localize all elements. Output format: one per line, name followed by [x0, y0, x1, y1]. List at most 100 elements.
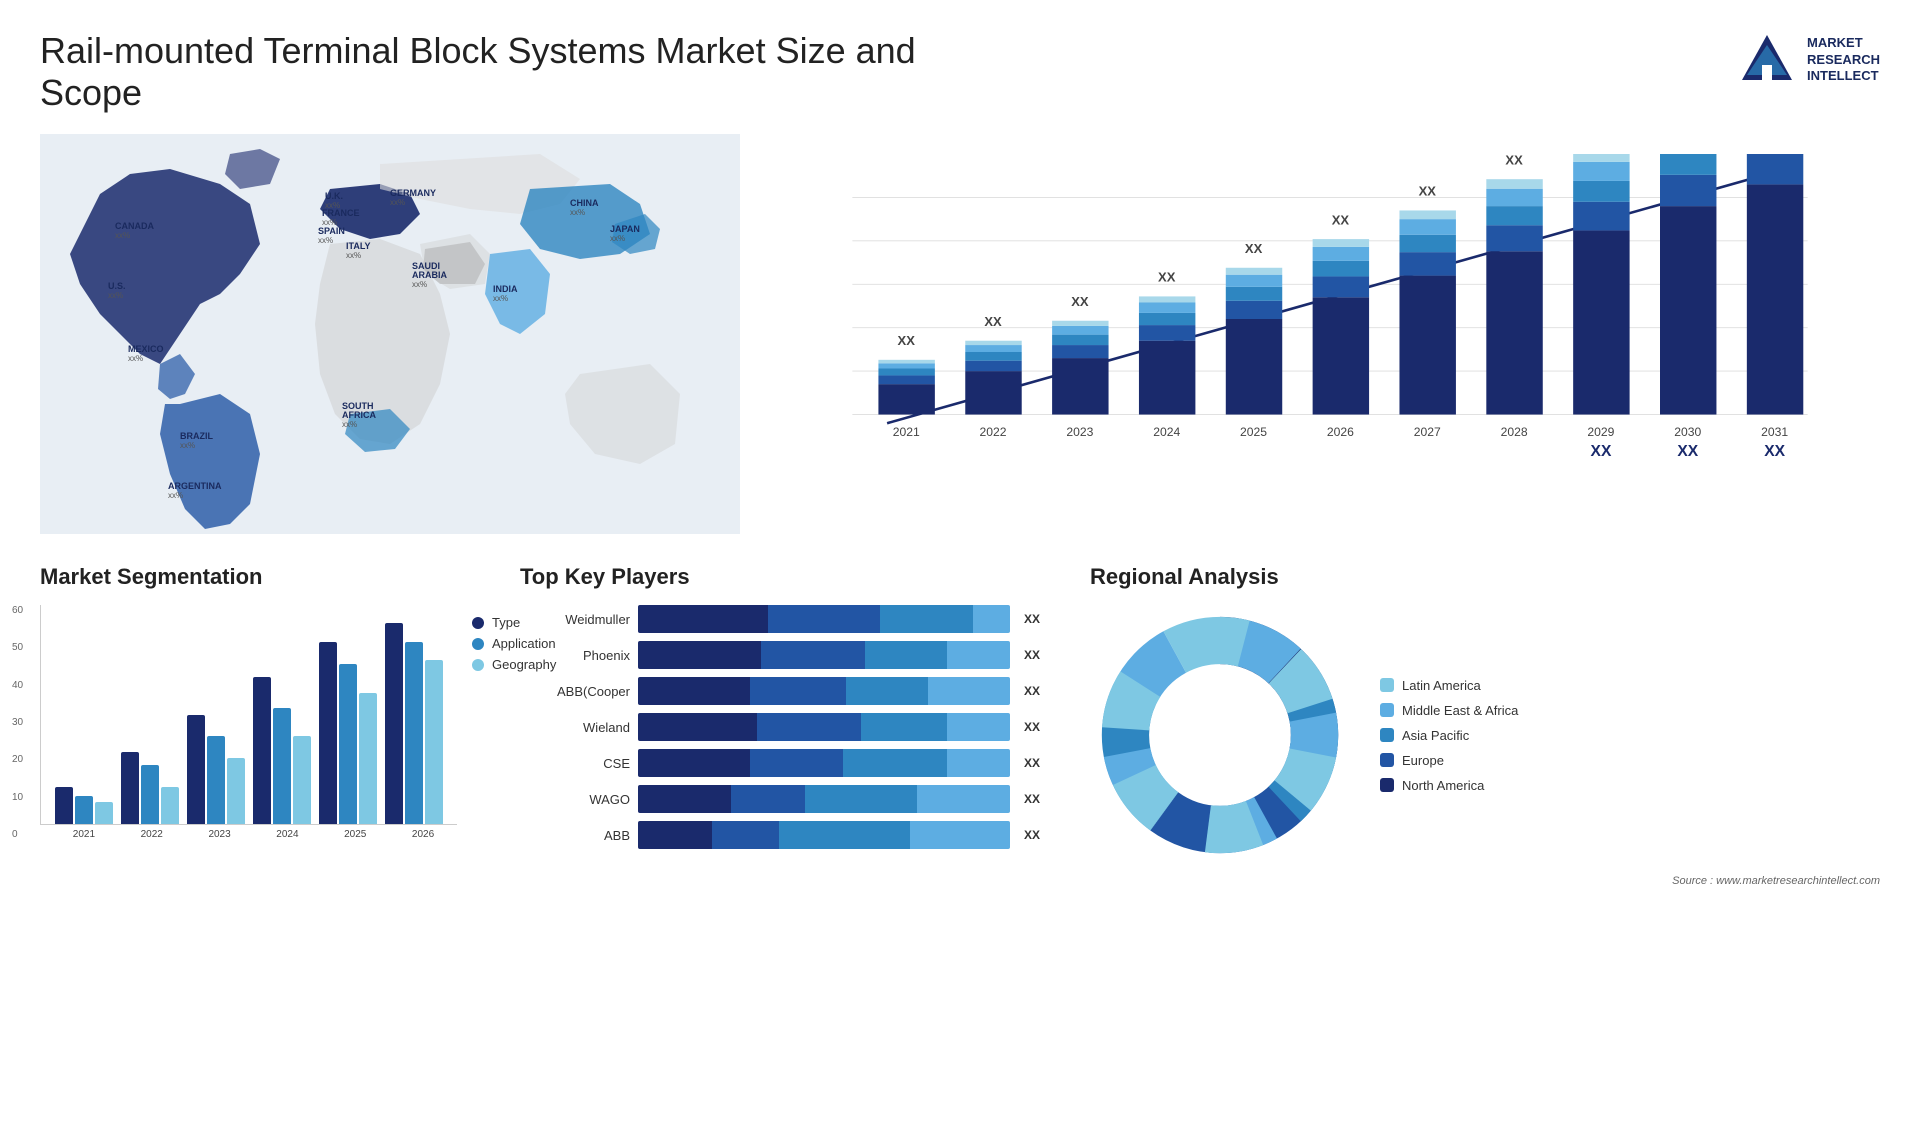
label-north-america: North America — [1402, 778, 1484, 793]
regional-title: Regional Analysis — [1090, 564, 1880, 590]
seg-group-2025 — [315, 605, 381, 824]
svg-text:xx%: xx% — [390, 198, 405, 207]
svg-text:SPAIN: SPAIN — [318, 226, 345, 236]
player-value: XX — [1024, 720, 1040, 734]
svg-text:2023: 2023 — [1066, 425, 1093, 439]
legend-dot-application — [472, 638, 484, 650]
svg-text:xx%: xx% — [346, 251, 361, 260]
svg-text:XX: XX — [1071, 294, 1089, 309]
player-bar — [638, 641, 1010, 669]
player-row-wago: WAGO XX — [520, 785, 1040, 813]
player-row-wieland: Wieland XX — [520, 713, 1040, 741]
seg-group-2021 — [51, 605, 117, 824]
svg-text:xx%: xx% — [570, 208, 585, 217]
segmentation-section: Market Segmentation 60 50 40 30 20 10 0 — [40, 564, 460, 840]
player-row-cse: CSE XX — [520, 749, 1040, 777]
svg-text:2030: 2030 — [1674, 425, 1701, 439]
player-value: XX — [1024, 684, 1040, 698]
svg-text:XX: XX — [1764, 443, 1785, 460]
players-title: Top Key Players — [520, 564, 1040, 590]
legend-dot-type — [472, 617, 484, 629]
seg-x-labels: 2021 2022 2023 2024 2025 2026 — [40, 829, 457, 840]
dot-asia-pacific — [1380, 728, 1394, 742]
top-section: CANADA xx% U.S. xx% MEXICO xx% BRAZIL xx… — [40, 134, 1880, 534]
player-bar — [638, 677, 1010, 705]
svg-text:FRANCE: FRANCE — [322, 208, 360, 218]
seg-group-2023 — [183, 605, 249, 824]
svg-text:2025: 2025 — [1240, 425, 1267, 439]
svg-text:GERMANY: GERMANY — [390, 188, 436, 198]
svg-text:BRAZIL: BRAZIL — [180, 431, 213, 441]
svg-text:xx%: xx% — [342, 420, 357, 429]
label-latin-america: Latin America — [1402, 678, 1481, 693]
svg-text:ITALY: ITALY — [346, 241, 371, 251]
player-name: ABB — [520, 828, 630, 843]
player-value: XX — [1024, 648, 1040, 662]
player-row-abb-cooper: ABB(Cooper XX — [520, 677, 1040, 705]
dot-middle-east-africa — [1380, 703, 1394, 717]
player-value: XX — [1024, 756, 1040, 770]
seg-group-2022 — [117, 605, 183, 824]
label-middle-east-africa: Middle East & Africa — [1402, 703, 1518, 718]
donut-chart — [1090, 605, 1350, 865]
player-name: WAGO — [520, 792, 630, 807]
legend-middle-east-africa: Middle East & Africa — [1380, 703, 1518, 718]
svg-text:ARABIA: ARABIA — [412, 270, 447, 280]
legend-north-america: North America — [1380, 778, 1518, 793]
page-header: Rail-mounted Terminal Block Systems Mark… — [40, 30, 1880, 114]
svg-text:2028: 2028 — [1501, 425, 1528, 439]
legend-dot-geography — [472, 659, 484, 671]
player-value: XX — [1024, 828, 1040, 842]
svg-text:XX: XX — [984, 314, 1002, 329]
source-text: Source : www.marketresearchintellect.com — [1090, 875, 1880, 887]
svg-text:INDIA: INDIA — [493, 284, 518, 294]
player-row-abb: ABB XX — [520, 821, 1040, 849]
player-value: XX — [1024, 612, 1040, 626]
svg-text:2022: 2022 — [980, 425, 1007, 439]
regional-legend: Latin America Middle East & Africa Asia … — [1380, 678, 1518, 793]
logo: MARKET RESEARCH INTELLECT — [1737, 30, 1880, 90]
svg-text:U.S.: U.S. — [108, 281, 126, 291]
svg-text:xx%: xx% — [610, 234, 625, 243]
svg-text:2027: 2027 — [1414, 425, 1441, 439]
svg-text:2029: 2029 — [1587, 425, 1614, 439]
legend-latin-america: Latin America — [1380, 678, 1518, 693]
svg-text:xx%: xx% — [128, 354, 143, 363]
svg-text:XX: XX — [1158, 270, 1176, 285]
player-name: CSE — [520, 756, 630, 771]
seg-bar-geo — [95, 802, 113, 824]
svg-text:ARGENTINA: ARGENTINA — [168, 481, 222, 491]
svg-text:xx%: xx% — [318, 236, 333, 245]
svg-text:CANADA: CANADA — [115, 221, 154, 231]
svg-text:2031: 2031 — [1761, 425, 1788, 439]
svg-text:XX: XX — [1245, 241, 1263, 256]
seg-group-2024 — [249, 605, 315, 824]
svg-text:AFRICA: AFRICA — [342, 410, 376, 420]
dot-latin-america — [1380, 678, 1394, 692]
player-name: Weidmuller — [520, 612, 630, 627]
legend-asia-pacific: Asia Pacific — [1380, 728, 1518, 743]
svg-text:xx%: xx% — [180, 441, 195, 450]
player-bar — [638, 713, 1010, 741]
svg-text:XX: XX — [1591, 443, 1612, 460]
player-bar — [638, 605, 1010, 633]
seg-bar-type — [55, 787, 73, 824]
svg-text:XX: XX — [1677, 443, 1698, 460]
player-bar — [638, 749, 1010, 777]
player-name: Wieland — [520, 720, 630, 735]
segmentation-chart — [40, 605, 457, 825]
label-europe: Europe — [1402, 753, 1444, 768]
logo-icon — [1737, 30, 1797, 90]
svg-text:MEXICO: MEXICO — [128, 344, 164, 354]
seg-group-2026 — [381, 605, 447, 824]
regional-section: Regional Analysis — [1090, 564, 1880, 887]
svg-text:xx%: xx% — [108, 291, 123, 300]
svg-text:xx%: xx% — [168, 491, 183, 500]
svg-text:2021: 2021 — [893, 425, 920, 439]
page-title: Rail-mounted Terminal Block Systems Mark… — [40, 30, 940, 114]
legend-label-type: Type — [492, 615, 520, 630]
world-map: CANADA xx% U.S. xx% MEXICO xx% BRAZIL xx… — [40, 134, 740, 534]
svg-text:xx%: xx% — [493, 294, 508, 303]
player-name: Phoenix — [520, 648, 630, 663]
svg-text:XX: XX — [1419, 184, 1437, 199]
